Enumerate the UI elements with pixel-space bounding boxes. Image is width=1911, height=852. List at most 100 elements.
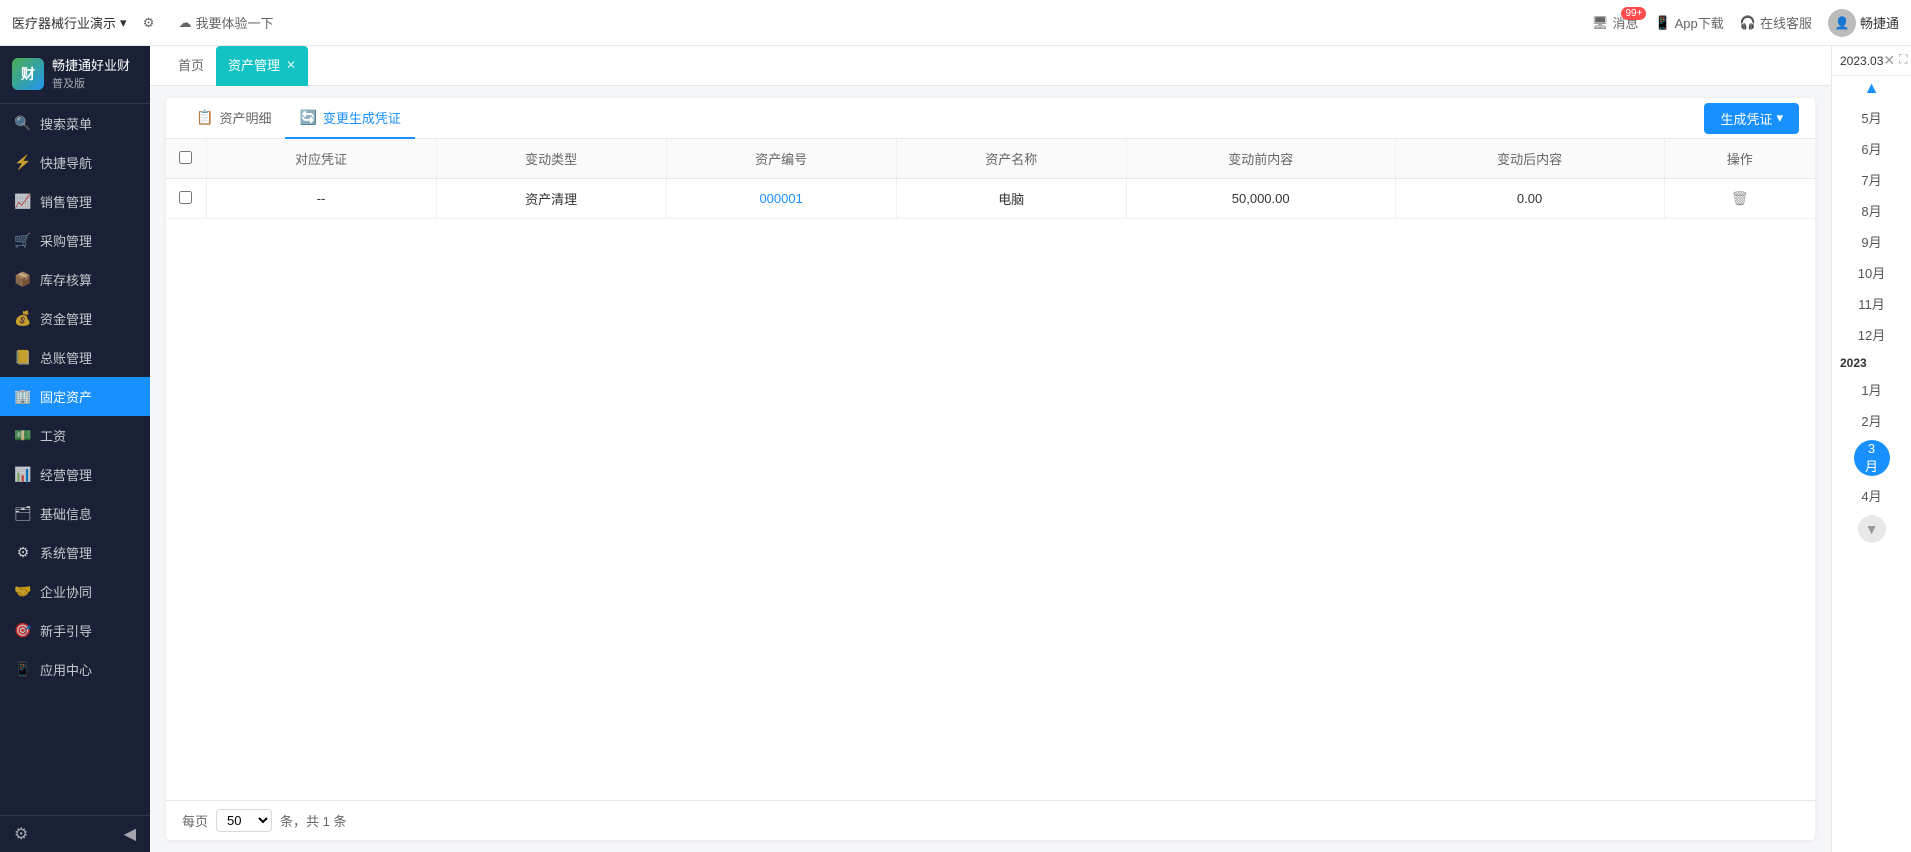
sidebar-item-finance-label: 资金管理 bbox=[40, 309, 92, 328]
asset-detail-icon: 📋 bbox=[196, 109, 213, 126]
online-service-button[interactable]: 🎧 在线客服 bbox=[1740, 13, 1812, 32]
sidebar-item-quick-nav[interactable]: ⚡ 快捷导航 bbox=[0, 143, 150, 182]
month-item-2023-4[interactable]: 4月 bbox=[1832, 480, 1911, 511]
panel-header-actions: ✕ ⛶ bbox=[1883, 52, 1907, 69]
header-left: 医疗器械行业演示 ▾ ⚙ ☁ 我要体验一下 bbox=[12, 9, 282, 37]
scroll-up-button[interactable]: ▲ bbox=[1832, 76, 1911, 102]
month-item-10[interactable]: 10月 bbox=[1832, 257, 1911, 288]
sidebar-item-payroll[interactable]: 💵 工资 bbox=[0, 416, 150, 455]
cell-asset-name: 电脑 bbox=[896, 179, 1126, 219]
month-list: ▲ 5月 6月 7月 8月 9月 10月 11月 12月 2023 1月 2月 … bbox=[1832, 76, 1911, 852]
month-item-6[interactable]: 6月 bbox=[1832, 133, 1911, 164]
content-area: 首页 资产管理 ✕ 📋 资产明细 🔄 bbox=[150, 46, 1831, 852]
table-wrapper: 对应凭证 变动类型 资产编号 资产名称 变动前内容 变动后内容 操作 bbox=[166, 139, 1815, 800]
row-checkbox[interactable] bbox=[179, 191, 192, 204]
online-service-label: 在线客服 bbox=[1760, 13, 1812, 32]
company-name: 医疗器械行业演示 bbox=[12, 13, 116, 32]
cell-asset-code: 000001 bbox=[666, 179, 896, 219]
sidebar-item-enterprise[interactable]: 🤝 企业协同 bbox=[0, 572, 150, 611]
cell-change-type: 资产清理 bbox=[436, 179, 666, 219]
download-icon: 📱 bbox=[1654, 15, 1670, 31]
inventory-icon: 📦 bbox=[14, 271, 32, 288]
guide-icon: 🎯 bbox=[14, 622, 32, 639]
sidebar-item-search[interactable]: 🔍 搜索菜单 bbox=[0, 104, 150, 143]
sidebar-item-app-center-label: 应用中心 bbox=[40, 660, 92, 679]
experience-button[interactable]: ☁ 我要体验一下 bbox=[171, 9, 282, 36]
delete-row-icon[interactable]: 🗑 bbox=[1731, 190, 1749, 206]
year-label: 2023.03 bbox=[1840, 54, 1883, 68]
tab-home-label: 首页 bbox=[178, 55, 204, 74]
panel-expand-button[interactable]: ⛶ bbox=[1899, 52, 1907, 69]
search-icon: 🔍 bbox=[14, 115, 32, 132]
right-panel: 2023.03 ✕ ⛶ ▲ 5月 6月 7月 8月 9月 10月 11月 12月… bbox=[1831, 46, 1911, 852]
tab-asset-detail[interactable]: 📋 资产明细 bbox=[182, 98, 285, 139]
tab-asset-management[interactable]: 资产管理 ✕ bbox=[216, 46, 308, 86]
message-icon: 🖥 bbox=[1592, 15, 1609, 31]
month-item-2023-1[interactable]: 1月 bbox=[1832, 374, 1911, 405]
sidebar-item-operations[interactable]: 📊 经营管理 bbox=[0, 455, 150, 494]
sidebar-item-purchase[interactable]: 🛒 采购管理 bbox=[0, 221, 150, 260]
inner-content: 📋 资产明细 🔄 变更生成凭证 生成凭证 ▾ bbox=[150, 86, 1831, 852]
tab-bar: 首页 资产管理 ✕ bbox=[150, 46, 1831, 86]
tab-close-icon[interactable]: ✕ bbox=[286, 58, 296, 72]
sidebar-item-inventory[interactable]: 📦 库存核算 bbox=[0, 260, 150, 299]
select-all-checkbox[interactable] bbox=[179, 151, 192, 164]
sidebar-logo: 财 畅捷通好业财 普及版 bbox=[0, 46, 150, 104]
sidebar-item-ledger[interactable]: 📒 总账管理 bbox=[0, 338, 150, 377]
month-item-5[interactable]: 5月 bbox=[1832, 102, 1911, 133]
collapse-sidebar-icon[interactable]: ◀ bbox=[124, 824, 136, 844]
sidebar-item-basic-info[interactable]: 🗂 基础信息 bbox=[0, 494, 150, 533]
table-footer: 每页 10 20 50 100 条，共 1 条 bbox=[166, 800, 1815, 840]
settings-bottom-icon[interactable]: ⚙ bbox=[14, 824, 28, 844]
per-page-select[interactable]: 10 20 50 100 bbox=[216, 809, 272, 832]
logo-icon: 财 bbox=[12, 58, 44, 90]
table-header-row: 对应凭证 变动类型 资产编号 资产名称 变动前内容 变动后内容 操作 bbox=[166, 139, 1815, 179]
total-label: 条，共 1 条 bbox=[280, 811, 346, 830]
month-item-11[interactable]: 11月 bbox=[1832, 288, 1911, 319]
sidebar-item-app-center[interactable]: 📱 应用中心 bbox=[0, 650, 150, 689]
main-card: 📋 资产明细 🔄 变更生成凭证 生成凭证 ▾ bbox=[166, 98, 1815, 840]
scroll-down-button[interactable]: ▼ bbox=[1858, 515, 1886, 543]
month-item-2023-3[interactable]: 3月 bbox=[1854, 440, 1890, 476]
sidebar-item-sales[interactable]: 📈 销售管理 bbox=[0, 182, 150, 221]
sidebar-item-finance[interactable]: 💰 资金管理 bbox=[0, 299, 150, 338]
col-asset-name: 资产名称 bbox=[896, 139, 1126, 179]
sidebar-item-ledger-label: 总账管理 bbox=[40, 348, 92, 367]
month-item-2023-3-container: 3月 bbox=[1832, 438, 1911, 478]
month-item-9[interactable]: 9月 bbox=[1832, 226, 1911, 257]
app-download-button[interactable]: 📱 App下载 bbox=[1654, 13, 1723, 32]
sidebar-item-inventory-label: 库存核算 bbox=[40, 270, 92, 289]
month-item-2023-2[interactable]: 2月 bbox=[1832, 405, 1911, 436]
year-2023-label: 2023 bbox=[1832, 350, 1911, 374]
sidebar: 财 畅捷通好业财 普及版 🔍 搜索菜单 ⚡ 快捷导航 📈 销售管理 🛒 采 bbox=[0, 46, 150, 852]
sidebar-item-guide[interactable]: 🎯 新手引导 bbox=[0, 611, 150, 650]
cell-before: 50,000.00 bbox=[1126, 179, 1395, 219]
tab-change-voucher[interactable]: 🔄 变更生成凭证 bbox=[285, 98, 414, 139]
ledger-icon: 📒 bbox=[14, 349, 32, 366]
experience-label: 我要体验一下 bbox=[196, 13, 274, 32]
user-area[interactable]: 👤 畅捷通 bbox=[1828, 9, 1899, 37]
row-checkbox-cell[interactable] bbox=[166, 179, 206, 219]
settings-icon[interactable]: ⚙ bbox=[135, 9, 163, 37]
sidebar-item-sales-label: 销售管理 bbox=[40, 192, 92, 211]
messages-badge: 99+ bbox=[1621, 7, 1646, 20]
scroll-down-container: ▼ bbox=[1832, 515, 1911, 543]
sidebar-item-system[interactable]: ⚙ 系统管理 bbox=[0, 533, 150, 572]
select-all-header[interactable] bbox=[166, 139, 206, 179]
purchase-icon: 🛒 bbox=[14, 232, 32, 249]
generate-voucher-button[interactable]: 生成凭证 ▾ bbox=[1704, 103, 1799, 134]
month-item-12[interactable]: 12月 bbox=[1832, 319, 1911, 350]
messages-button[interactable]: 🖥 消息 99+ bbox=[1592, 13, 1639, 32]
month-item-7[interactable]: 7月 bbox=[1832, 164, 1911, 195]
tab-asset-detail-label: 资产明细 bbox=[219, 108, 271, 127]
company-selector[interactable]: 医疗器械行业演示 ▾ bbox=[12, 13, 127, 32]
panel-close-button[interactable]: ✕ bbox=[1883, 52, 1895, 69]
sidebar-item-fixed-assets[interactable]: 🏢 固定资产 bbox=[0, 377, 150, 416]
month-item-8[interactable]: 8月 bbox=[1832, 195, 1911, 226]
sidebar-item-search-label: 搜索菜单 bbox=[40, 114, 92, 133]
table-row: -- 资产清理 000001 电脑 50,000.00 0.00 🗑 bbox=[166, 179, 1815, 219]
change-voucher-icon: 🔄 bbox=[299, 109, 316, 126]
tab-home[interactable]: 首页 bbox=[166, 46, 216, 86]
col-change-type: 变动类型 bbox=[436, 139, 666, 179]
col-after: 变动后内容 bbox=[1395, 139, 1664, 179]
